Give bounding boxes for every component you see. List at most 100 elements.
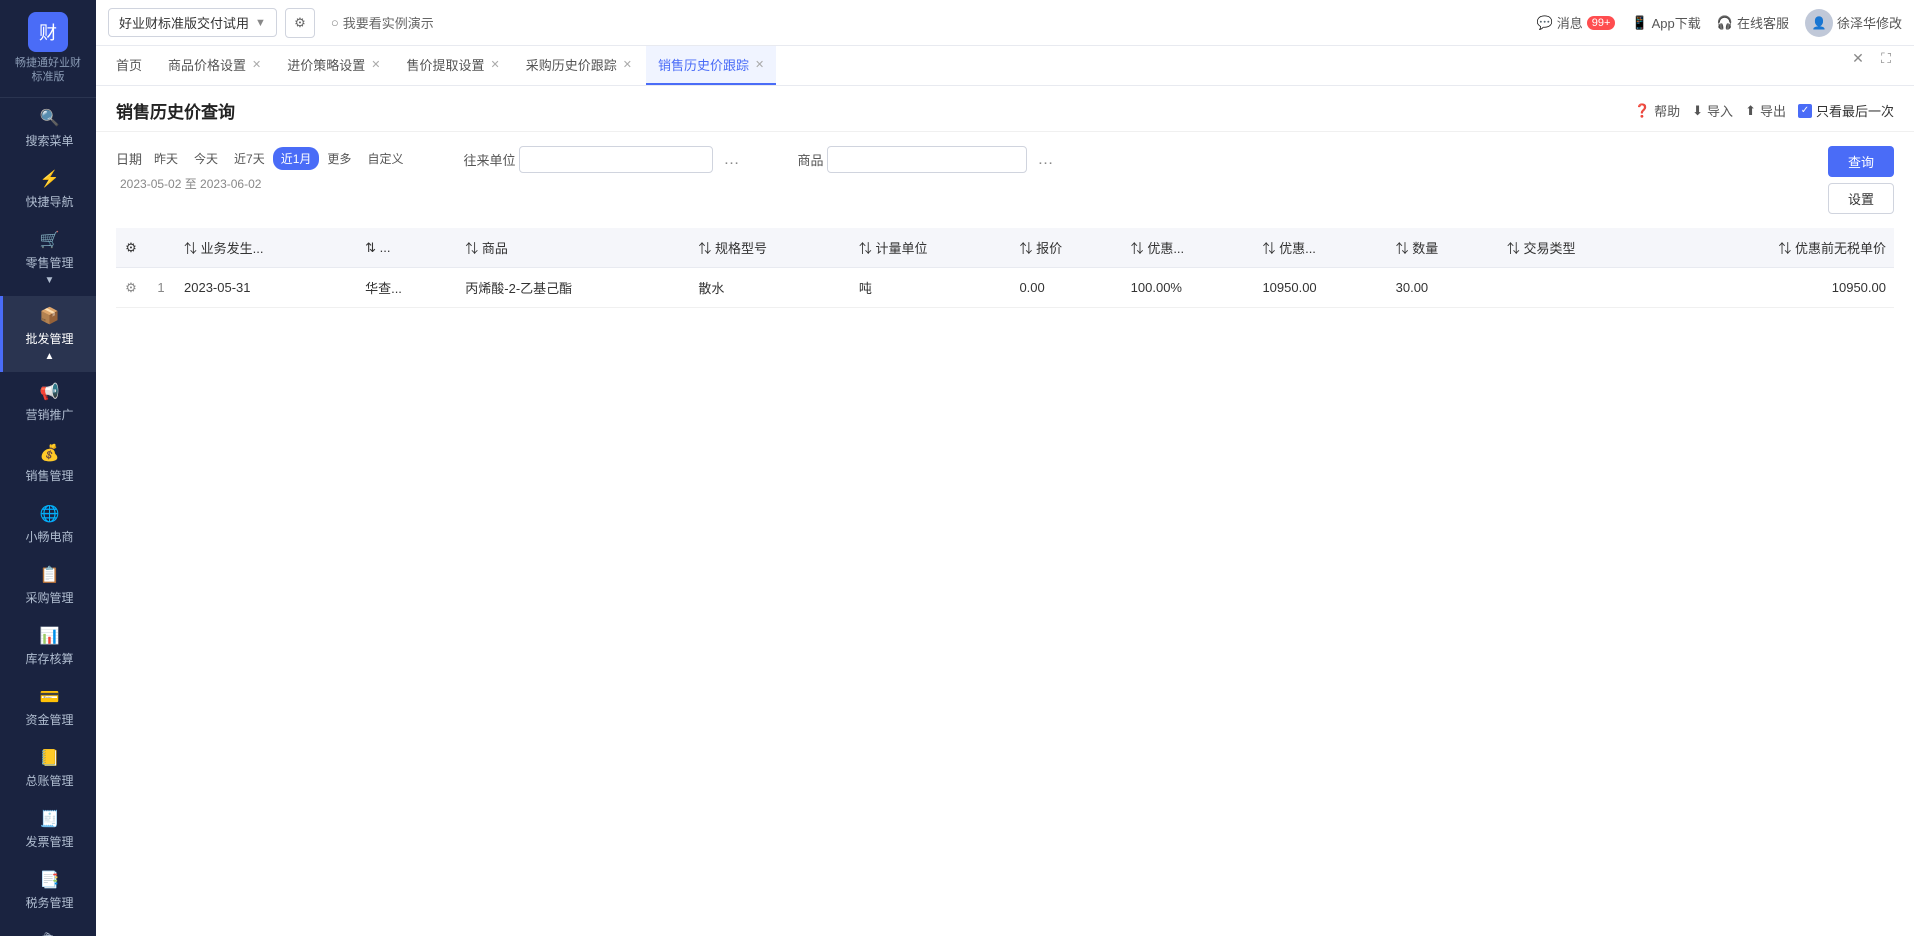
import-btn[interactable]: ⬇ 导入 xyxy=(1692,101,1733,120)
only-last-checkbox[interactable]: ✓ 只看最后一次 xyxy=(1798,101,1894,120)
tab-purchase-strategy-close-icon[interactable]: ✕ xyxy=(371,58,380,71)
sidebar-menu-ecom-mgmt[interactable]: 🛍 电商管理 xyxy=(0,921,96,936)
sidebar-menu-invoice[interactable]: 🧾 发票管理 xyxy=(0,799,96,860)
export-btn[interactable]: ⬆ 导出 xyxy=(1745,101,1786,120)
date-more-btn[interactable]: 更多 xyxy=(319,146,359,171)
source-unit-dots-btn[interactable]: … xyxy=(717,149,745,171)
row-product: 丙烯酸-2-乙基己酯 xyxy=(457,268,690,308)
retail-arrow-icon: ▼ xyxy=(45,275,55,286)
sidebar-menu-capital[interactable]: 💳 资金管理 xyxy=(0,677,96,738)
tab-purchase-history-close-icon[interactable]: ✕ xyxy=(623,58,632,71)
th-pretax-price[interactable]: ⇅ 优惠前无税单价 xyxy=(1659,228,1894,268)
sales-label: 销售管理 xyxy=(25,467,73,484)
sidebar-menu-ledger[interactable]: 📒 总账管理 xyxy=(0,738,96,799)
data-table: ⚙ ⇅ 业务发生... ⇅ ... xyxy=(116,228,1894,308)
help-btn[interactable]: ❓ 帮助 xyxy=(1634,101,1680,120)
sidebar-menu-search[interactable]: 🔍 搜索菜单 xyxy=(0,98,96,159)
app-download-btn[interactable]: 📱 App下载 xyxy=(1631,13,1700,32)
page-container: 销售历史价查询 ❓ 帮助 ⬇ 导入 ⬆ 导出 ✓ xyxy=(96,86,1914,936)
date-1month-btn[interactable]: 近1月 xyxy=(273,147,320,170)
sort-icon-more: ⇅ xyxy=(365,240,376,255)
sidebar-menu-inventory[interactable]: 📊 库存核算 xyxy=(0,616,96,677)
demo-btn[interactable]: ○ 我要看实例演示 xyxy=(331,13,434,32)
sidebar-menu-marketing[interactable]: 📢 营销推广 xyxy=(0,372,96,433)
sidebar-menu-sales[interactable]: 💰 销售管理 xyxy=(0,433,96,494)
purchase-icon: 📋 xyxy=(40,565,60,585)
tab-product-price-close-icon[interactable]: ✕ xyxy=(252,58,261,71)
settings-btn[interactable]: 设置 xyxy=(1828,183,1894,214)
sidebar-menu-wholesale[interactable]: 📦 批发管理 ▲ xyxy=(0,296,96,372)
sidebar-menu-tax[interactable]: 📑 税务管理 xyxy=(0,860,96,921)
tab-sale-history[interactable]: 销售历史价跟踪 ✕ xyxy=(646,46,776,85)
tab-purchase-history[interactable]: 采购历史价跟踪 ✕ xyxy=(514,46,644,85)
th-more[interactable]: ⇅ ... xyxy=(357,228,457,268)
th-quantity[interactable]: ⇅ 数量 xyxy=(1388,228,1499,268)
sidebar-menu-quicknav[interactable]: ⚡ 快捷导航 xyxy=(0,159,96,220)
query-btn[interactable]: 查询 xyxy=(1828,146,1894,177)
tab-home[interactable]: 首页 xyxy=(104,46,154,85)
th-price[interactable]: ⇅ 报价 xyxy=(1011,228,1122,268)
sidebar-menu-retail[interactable]: 🛒 零售管理 ▼ xyxy=(0,220,96,296)
sort-icon-unit: ⇅ xyxy=(859,241,872,256)
user-profile-btn[interactable]: 👤 徐泽华修改 xyxy=(1805,9,1902,37)
row-spec: 散水 xyxy=(690,268,851,308)
topbar-right: 💬 消息 99+ 📱 App下载 🎧 在线客服 👤 徐泽华修改 xyxy=(1537,9,1902,37)
date-yesterday-btn[interactable]: 昨天 xyxy=(146,146,186,171)
th-discount2[interactable]: ⇅ 优惠... xyxy=(1254,228,1387,268)
tab-sale-extract-close-icon[interactable]: ✕ xyxy=(491,58,500,71)
row-gear-cell[interactable]: ⚙ xyxy=(116,268,146,308)
th-gear[interactable]: ⚙ xyxy=(116,228,146,268)
tab-sale-history-close-icon[interactable]: ✕ xyxy=(755,58,764,71)
sidebar-menu-purchase[interactable]: 📋 采购管理 xyxy=(0,555,96,616)
date-filter-group: 日期 昨天 今天 近7天 近1月 更多 自定义 2023-05-02 至 202… xyxy=(116,146,411,192)
row-price: 0.00 xyxy=(1011,268,1122,308)
inventory-label: 库存核算 xyxy=(25,650,73,667)
th-product[interactable]: ⇅ 商品 xyxy=(457,228,690,268)
th-tx-type[interactable]: ⇅ 交易类型 xyxy=(1499,228,1660,268)
checkbox-checked-icon: ✓ xyxy=(1798,104,1812,118)
quicknav-label: 快捷导航 xyxy=(25,193,73,210)
source-unit-input[interactable] xyxy=(519,146,713,173)
table-header-row: ⚙ ⇅ 业务发生... ⇅ ... xyxy=(116,228,1894,268)
th-discount1[interactable]: ⇅ 优惠... xyxy=(1123,228,1255,268)
only-last-label: 只看最后一次 xyxy=(1816,101,1894,120)
search-menu-icon: 🔍 xyxy=(40,108,60,128)
th-spec[interactable]: ⇅ 规格型号 xyxy=(690,228,851,268)
app-selector[interactable]: 好业财标准版交付试用 ▼ xyxy=(108,8,277,37)
th-unit[interactable]: ⇅ 计量单位 xyxy=(851,228,1012,268)
sidebar-menu-ecom[interactable]: 🌐 小畅电商 xyxy=(0,494,96,555)
user-name: 徐泽华修改 xyxy=(1837,13,1902,32)
tab-sale-history-label: 销售历史价跟踪 xyxy=(658,55,749,74)
logo-icon: 财 xyxy=(28,12,68,52)
online-service-btn[interactable]: 🎧 在线客服 xyxy=(1717,13,1789,32)
date-custom-btn[interactable]: 自定义 xyxy=(359,146,411,171)
date-filter-row: 昨天 今天 近7天 近1月 更多 自定义 xyxy=(146,146,411,171)
row-gear-icon: ⚙ xyxy=(125,280,137,295)
gear-icon: ⚙ xyxy=(294,15,306,31)
th-biz-date[interactable]: ⇅ 业务发生... xyxy=(176,228,357,268)
row-unit: 吨 xyxy=(851,268,1012,308)
export-icon: ⬆ xyxy=(1745,103,1756,119)
ledger-label: 总账管理 xyxy=(25,772,73,789)
row-tx-type xyxy=(1499,268,1660,308)
tab-product-price[interactable]: 商品价格设置 ✕ xyxy=(156,46,273,85)
product-group: 商品 … xyxy=(797,146,1059,173)
product-input[interactable] xyxy=(827,146,1027,173)
messages-btn[interactable]: 💬 消息 99+ xyxy=(1537,13,1616,32)
date-today-btn[interactable]: 今天 xyxy=(186,146,226,171)
sort-icon-biz-date: ⇅ xyxy=(184,241,197,256)
product-label: 商品 xyxy=(797,150,823,169)
panel-close-btn[interactable]: ✕ xyxy=(1846,46,1870,70)
sort-icon-price: ⇅ xyxy=(1019,241,1032,256)
row-biz-date: 2023-05-31 xyxy=(176,268,357,308)
topbar-gear-btn[interactable]: ⚙ xyxy=(285,8,315,38)
tab-purchase-strategy-label: 进价策略设置 xyxy=(287,55,365,74)
product-dots-btn[interactable]: … xyxy=(1031,149,1059,171)
date-label: 日期 xyxy=(116,149,142,168)
date-7days-btn[interactable]: 近7天 xyxy=(226,146,273,171)
table-container: ⚙ ⇅ 业务发生... ⇅ ... xyxy=(96,228,1914,328)
panel-expand-btn[interactable]: ⛶ xyxy=(1874,46,1898,70)
tab-purchase-strategy[interactable]: 进价策略设置 ✕ xyxy=(275,46,392,85)
tab-home-label: 首页 xyxy=(116,55,142,74)
tab-sale-extract[interactable]: 售价提取设置 ✕ xyxy=(394,46,511,85)
